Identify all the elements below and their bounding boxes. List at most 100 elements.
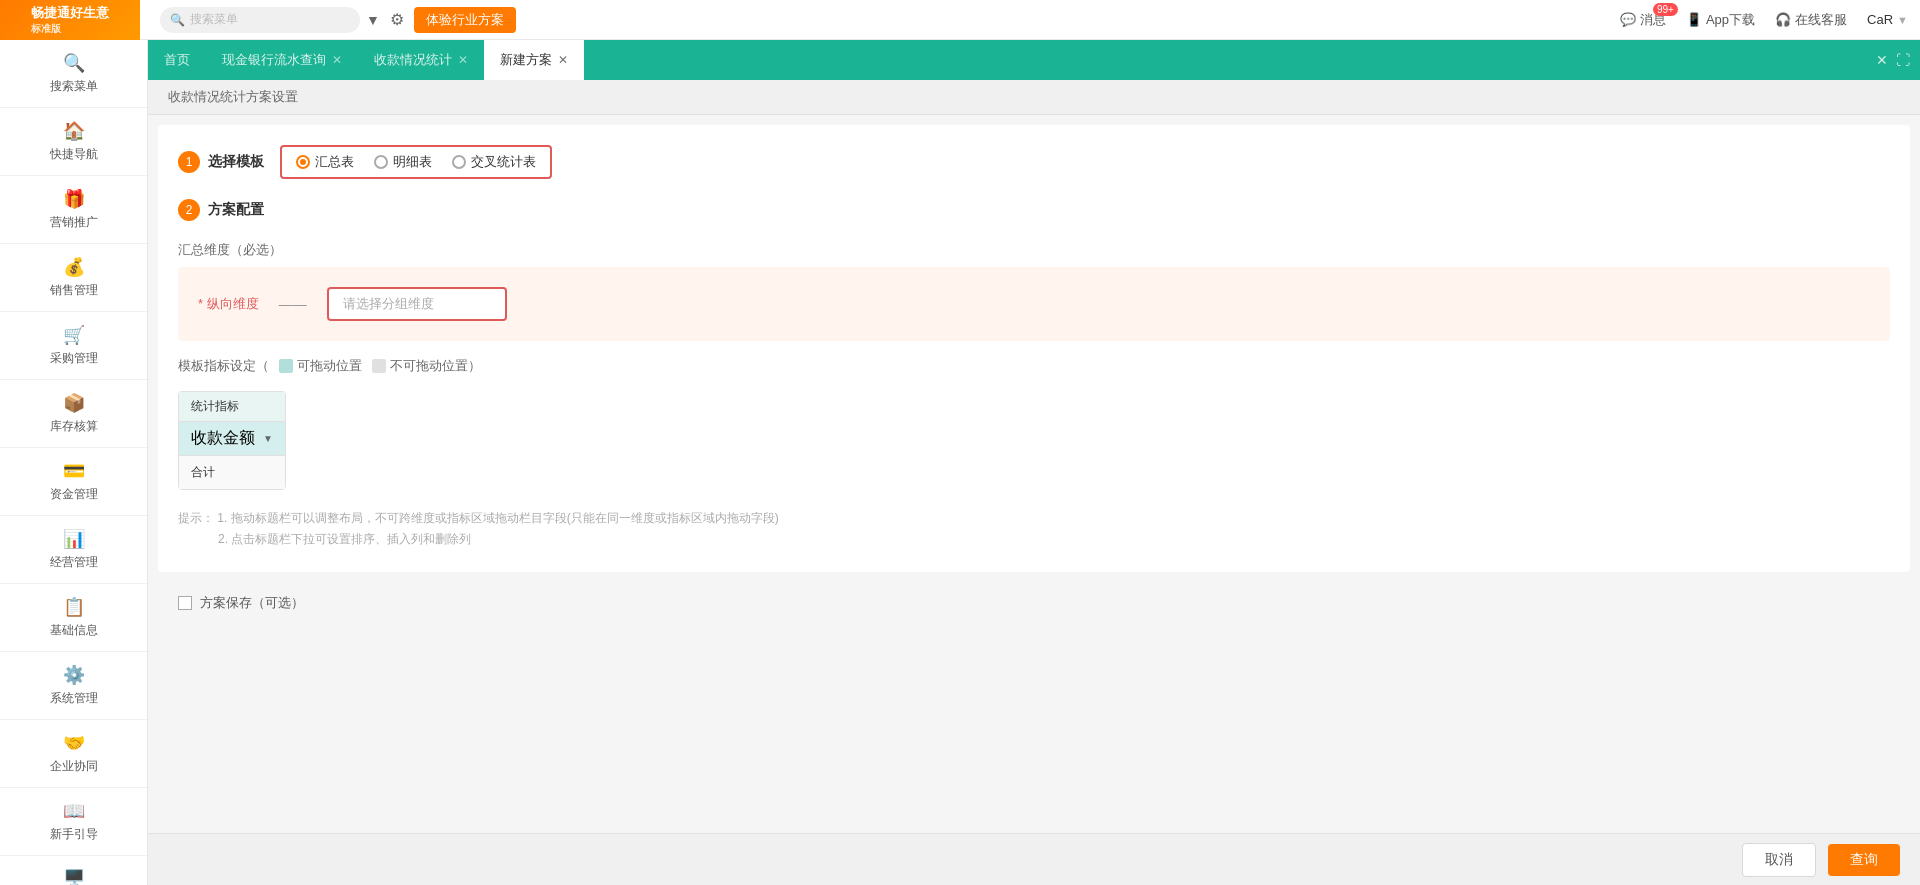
metrics-label: 模板指标设定（ 可拖动位置 不可拖动位置） xyxy=(178,357,1890,375)
cart-icon: 🛒 xyxy=(63,324,85,346)
step1-title: 选择模板 xyxy=(208,153,264,171)
sidebar-item-hardware[interactable]: 🖥️ 智能硬件 xyxy=(0,856,147,885)
search-bar[interactable]: 🔍 搜索菜单 xyxy=(160,7,360,33)
app-download-button[interactable]: 📱 App下载 xyxy=(1686,11,1755,29)
tab-new-plan[interactable]: 新建方案 ✕ xyxy=(484,40,584,80)
sidebar-item-label: 快捷导航 xyxy=(50,146,98,163)
home-icon: 🏠 xyxy=(63,120,85,142)
sidebar-item-finance[interactable]: 💳 资金管理 xyxy=(0,448,147,516)
step1-row: 1 选择模板 汇总表 明细表 xyxy=(178,145,1890,179)
step2-row: 2 方案配置 xyxy=(178,199,1890,221)
template-radio-group: 汇总表 明细表 交叉统计表 xyxy=(280,145,552,179)
stats-table-total-cell: 合计 xyxy=(179,456,285,489)
sidebar-item-label: 采购管理 xyxy=(50,350,98,367)
tab-payment[interactable]: 收款情况统计 ✕ xyxy=(358,40,484,80)
step2-section: 2 方案配置 汇总维度（必选） * xyxy=(178,199,1890,548)
arrow-icon: —— xyxy=(279,296,307,312)
metrics-section: 模板指标设定（ 可拖动位置 不可拖动位置） xyxy=(178,357,1890,490)
metric-row-payment[interactable]: 收款金额 ▼ xyxy=(179,422,285,456)
radio-circle-detail xyxy=(374,155,388,169)
page-header-title: 收款情况统计方案设置 xyxy=(168,89,298,104)
tips-section: 提示： 1. 拖动标题栏可以调整布局，不可跨维度或指标区域拖动栏目字段(只能在同… xyxy=(178,510,1890,548)
trial-button[interactable]: 体验行业方案 xyxy=(414,7,516,33)
user-info[interactable]: CaR ▼ xyxy=(1867,12,1908,27)
query-button[interactable]: 查询 xyxy=(1828,844,1900,876)
step1-badge: 1 xyxy=(178,151,200,173)
save-row: 方案保存（可选） xyxy=(158,582,1910,624)
dimension-section-title: 汇总维度（必选） xyxy=(178,241,1890,259)
sidebar-item-system[interactable]: ⚙️ 系统管理 xyxy=(0,652,147,720)
cancel-button[interactable]: 取消 xyxy=(1742,843,1816,877)
user-name: CaR xyxy=(1867,12,1893,27)
sidebar-item-label: 库存核算 xyxy=(50,418,98,435)
tab-close-all-icon[interactable]: ✕ xyxy=(1876,52,1888,68)
tip1: 提示： 1. 拖动标题栏可以调整布局，不可跨维度或指标区域拖动栏目字段(只能在同… xyxy=(178,510,1890,527)
sidebar-item-purchase[interactable]: 🛒 采购管理 xyxy=(0,312,147,380)
sidebar-item-label: 新手引导 xyxy=(50,826,98,843)
sidebar-item-quick-nav[interactable]: 🏠 快捷导航 xyxy=(0,108,147,176)
tab-close-new-plan[interactable]: ✕ xyxy=(558,53,568,67)
sidebar-item-label: 基础信息 xyxy=(50,622,98,639)
form-section: 1 选择模板 汇总表 明细表 xyxy=(158,125,1910,572)
sidebar-item-label: 资金管理 xyxy=(50,486,98,503)
chart-icon: 📊 xyxy=(63,528,85,550)
monitor-icon: 🖥️ xyxy=(63,868,85,885)
clipboard-icon: 📋 xyxy=(63,596,85,618)
sidebar: 🔍 搜索菜单 🏠 快捷导航 🎁 营销推广 💰 销售管理 🛒 采购管理 📦 xyxy=(0,40,148,885)
radio-cross[interactable]: 交叉统计表 xyxy=(452,153,536,171)
sidebar-item-label: 系统管理 xyxy=(50,690,98,707)
sidebar-item-marketing[interactable]: 🎁 营销推广 xyxy=(0,176,147,244)
settings-icon[interactable]: ⚙ xyxy=(390,10,404,29)
stats-table-header: 统计指标 xyxy=(179,392,285,422)
online-service-button[interactable]: 🎧 在线客服 xyxy=(1775,11,1847,29)
page-content: 收款情况统计方案设置 1 选择模板 汇总表 xyxy=(148,80,1920,833)
radio-circle-summary xyxy=(296,155,310,169)
sidebar-item-enterprise[interactable]: 🤝 企业协同 xyxy=(0,720,147,788)
search-icon: 🔍 xyxy=(170,13,185,27)
money-icon: 💰 xyxy=(63,256,85,278)
step2-badge: 2 xyxy=(178,199,200,221)
search-placeholder: 搜索菜单 xyxy=(190,11,238,28)
radio-detail[interactable]: 明细表 xyxy=(374,153,432,171)
tab-close-payment[interactable]: ✕ xyxy=(458,53,468,67)
message-icon: 💬 xyxy=(1620,12,1636,27)
download-icon: 📱 xyxy=(1686,12,1702,27)
sidebar-item-operations[interactable]: 📊 经营管理 xyxy=(0,516,147,584)
page-header: 收款情况统计方案设置 xyxy=(148,80,1920,115)
tab-home[interactable]: 首页 xyxy=(148,40,206,80)
card-icon: 💳 xyxy=(63,460,85,482)
tab-expand-icon[interactable]: ⛶ xyxy=(1896,52,1910,68)
box-icon: 📦 xyxy=(63,392,85,414)
tip2: 2. 点击标题栏下拉可设置排序、插入列和删除列 xyxy=(178,531,1890,548)
radio-summary[interactable]: 汇总表 xyxy=(296,153,354,171)
sidebar-item-base-info[interactable]: 📋 基础信息 xyxy=(0,584,147,652)
user-dropdown-icon: ▼ xyxy=(1897,14,1908,26)
sidebar-item-label: 经营管理 xyxy=(50,554,98,571)
sidebar-item-label: 销售管理 xyxy=(50,282,98,299)
draggable-legend-indicator xyxy=(279,359,293,373)
tab-bank[interactable]: 现金银行流水查询 ✕ xyxy=(206,40,358,80)
sidebar-item-label: 搜索菜单 xyxy=(50,78,98,95)
app-logo: 畅捷通好生意 标准版 xyxy=(0,0,140,40)
required-mark: * 纵向维度 xyxy=(198,295,259,313)
tab-bar: 首页 现金银行流水查询 ✕ 收款情况统计 ✕ 新建方案 ✕ ✕ ⛶ xyxy=(148,40,1920,80)
search-icon: 🔍 xyxy=(63,52,85,74)
sidebar-item-inventory[interactable]: 📦 库存核算 xyxy=(0,380,147,448)
tab-close-bank[interactable]: ✕ xyxy=(332,53,342,67)
dimension-select[interactable]: 请选择分组维度 xyxy=(327,287,507,321)
gift-icon: 🎁 xyxy=(63,188,85,210)
service-icon: 🎧 xyxy=(1775,12,1791,27)
handshake-icon: 🤝 xyxy=(63,732,85,754)
sidebar-item-search[interactable]: 🔍 搜索菜单 xyxy=(0,40,147,108)
gear-icon: ⚙️ xyxy=(63,664,85,686)
bottom-action-bar: 取消 查询 xyxy=(148,833,1920,885)
dropdown-arrow-icon[interactable]: ▼ xyxy=(366,12,380,28)
sidebar-item-label: 企业协同 xyxy=(50,758,98,775)
save-checkbox[interactable] xyxy=(178,596,192,610)
sidebar-item-guide[interactable]: 📖 新手引导 xyxy=(0,788,147,856)
stats-table: 统计指标 收款金额 ▼ 合计 xyxy=(178,391,286,490)
metric-dropdown-arrow-icon[interactable]: ▼ xyxy=(263,433,273,444)
message-button[interactable]: 💬 消息 99+ xyxy=(1620,11,1666,29)
book-icon: 📖 xyxy=(63,800,85,822)
sidebar-item-sales[interactable]: 💰 销售管理 xyxy=(0,244,147,312)
